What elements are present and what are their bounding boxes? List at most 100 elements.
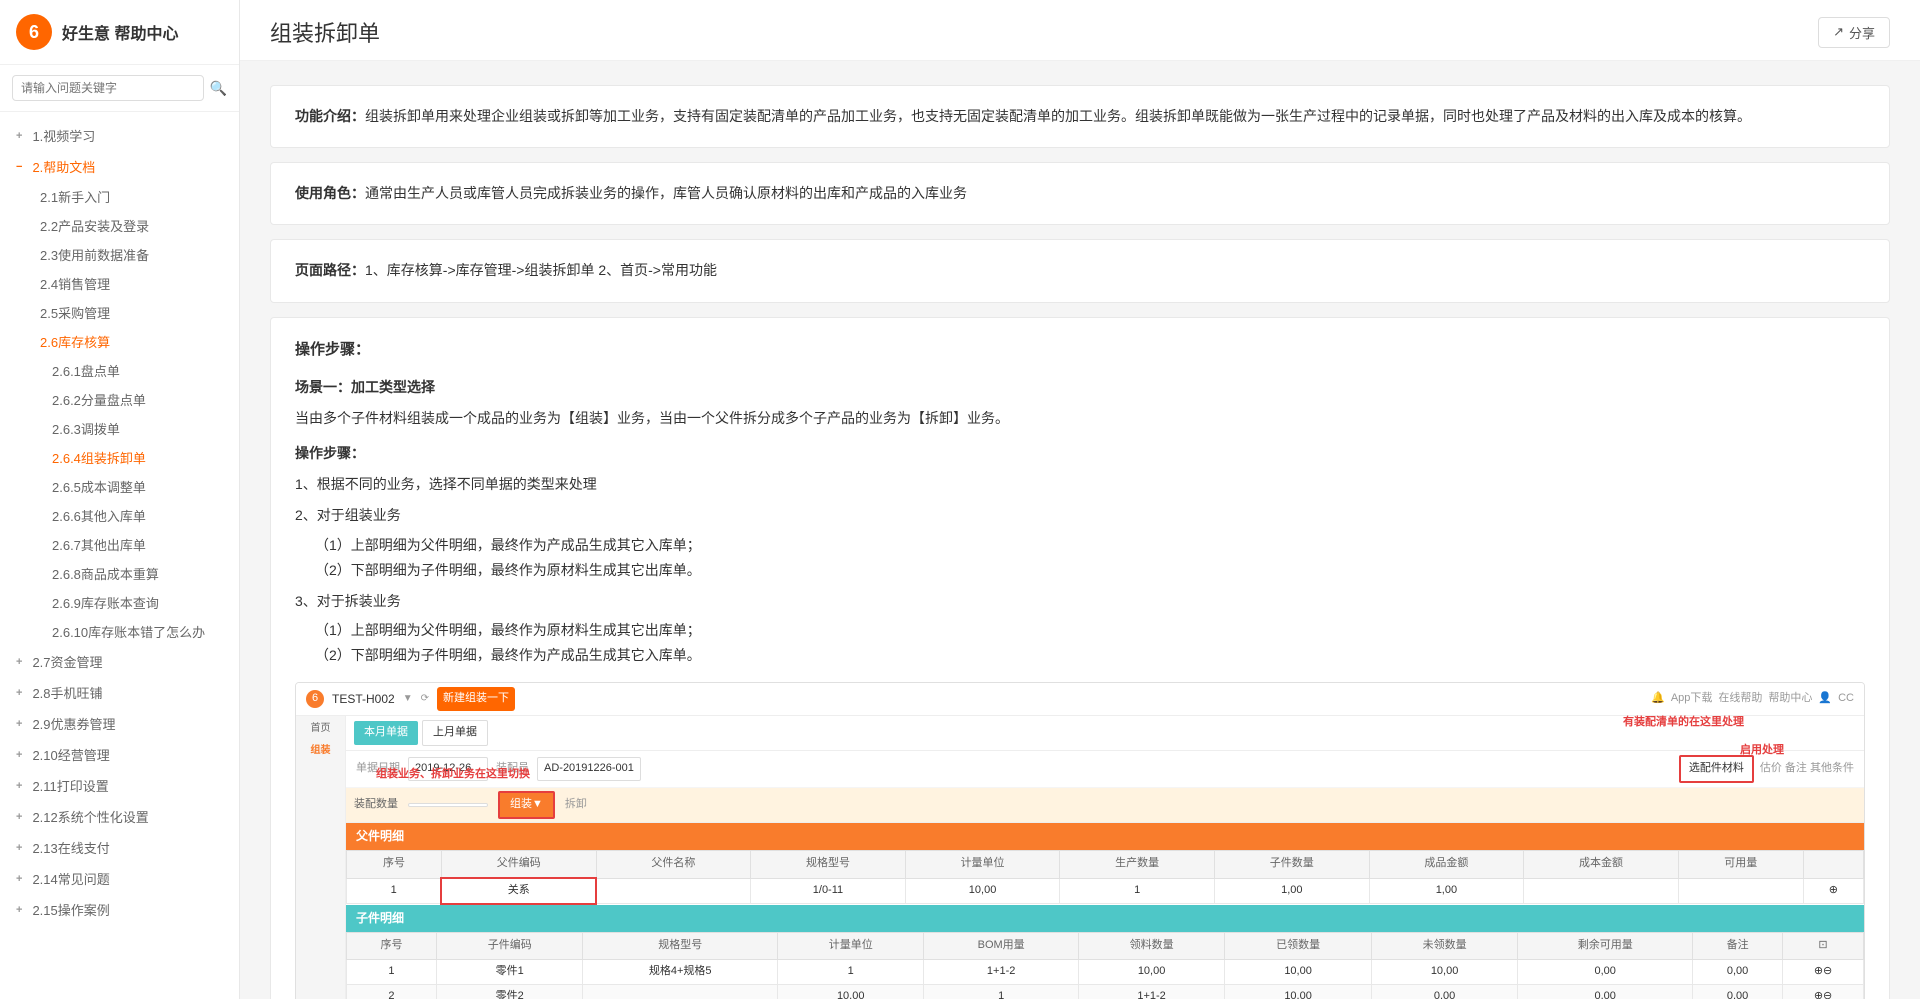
ss-date-value[interactable]: 2019-12-26: [408, 757, 488, 781]
table-row: 1 零件1 规格4+规格5 1 1+1-2 10,00 10,00 10,00: [347, 960, 1864, 985]
sidebar-item-faq[interactable]: + 2.14常见问题: [0, 863, 239, 894]
ops-card: 操作步骤： 场景一：加工类型选择 当由多个子件材料组装成一个成品的业务为【组装】…: [270, 317, 1890, 999]
ss-th-child-qty: 子件数量: [1214, 851, 1369, 878]
ss-child-table: 序号 子件编码 规格型号 计量单位 BOM用量 领料数量 已领数量 未领数量: [346, 932, 1864, 999]
sidebar-item-video[interactable]: + 1.视频学习: [0, 120, 239, 151]
share-button[interactable]: ↗ 分享: [1818, 17, 1890, 48]
plus-icon-5: +: [16, 749, 22, 761]
sidebar-item-261[interactable]: 2.6.1盘点单: [36, 356, 239, 385]
ss-th-code: 父件编码: [441, 851, 596, 878]
search-input[interactable]: [12, 75, 204, 101]
sidebar-item-label: 2.12系统个性化设置: [32, 807, 148, 826]
ss-more-btns: 估价 备注 其他条件: [1760, 759, 1854, 779]
screenshot: 6 TEST-H002 ▼ ⟳ 新建组装一下 🔔 App下载 在线帮助 帮助中心: [295, 682, 1865, 999]
ss-tab-prev[interactable]: 上月单据: [422, 720, 488, 746]
sidebar-item-264[interactable]: 2.6.4组装拆卸单: [36, 443, 239, 472]
ss-new-btn[interactable]: 新建组装一下: [437, 687, 515, 711]
ss-avatar: 👤: [1818, 689, 1832, 709]
ss-th-avail: 可用量: [1678, 851, 1803, 878]
plus-icon: +: [16, 130, 22, 142]
ss-th-cost-amt: 成本金额: [1524, 851, 1679, 878]
sub-nav-2: 2.1新手入门 2.2产品安装及登录 2.3使用前数据准备 2.4销售管理 2.…: [0, 182, 239, 646]
step2-sub-1: （1）上部明细为父件明细，最终作为产成品生成其它入库单；: [315, 533, 1865, 558]
sidebar-item-label: 2.10经营管理: [32, 745, 109, 764]
step1: 1、根据不同的业务，选择不同单据的类型来处理: [295, 472, 1865, 497]
ss-th-prod-qty: 生产数量: [1060, 851, 1215, 878]
ss-more: 拆卸: [565, 795, 587, 815]
ss-company: TEST-H002: [332, 689, 395, 711]
sidebar-item-coupon[interactable]: + 2.9优惠券管理: [0, 708, 239, 739]
sidebar-item-sales[interactable]: 2.4销售管理: [24, 269, 239, 298]
ss-help: 在线帮助: [1718, 689, 1762, 709]
minus-icon: −: [16, 161, 22, 173]
ss-type-select[interactable]: 组装▼: [498, 791, 555, 819]
ss-th-prod-amt: 成品金额: [1369, 851, 1524, 878]
sidebar-item-print[interactable]: + 2.11打印设置: [0, 770, 239, 801]
sidebar-item-install[interactable]: 2.2产品安装及登录: [24, 211, 239, 240]
ss-nav-active: 组装: [311, 742, 331, 760]
sidebar-item-268[interactable]: 2.6.8商品成本重算: [36, 559, 239, 588]
ops-sub-title: 操作步骤：: [295, 441, 1865, 466]
sidebar-item-label: 2.帮助文档: [32, 157, 95, 176]
sidebar-item-label: 2.13在线支付: [32, 838, 109, 857]
logo-text: 好生意 帮助中心: [62, 20, 178, 44]
plus-icon-4: +: [16, 718, 22, 730]
sidebar-item-mgmt[interactable]: + 2.10经营管理: [0, 739, 239, 770]
ss-bom-btn[interactable]: 选配件材料: [1679, 755, 1754, 783]
plus-icon-3: +: [16, 687, 22, 699]
sidebar-item-267[interactable]: 2.6.7其他出库单: [36, 530, 239, 559]
main-area: 组装拆卸单 ↗ 分享 功能介绍：组装拆卸单用来处理企业组装或拆卸等加工业务，支持…: [240, 0, 1920, 999]
screenshot-inner: 6 TEST-H002 ▼ ⟳ 新建组装一下 🔔 App下载 在线帮助 帮助中心: [296, 683, 1864, 999]
main-header: 组装拆卸单 ↗ 分享: [240, 0, 1920, 61]
ss-refresh-icon: ⟳: [421, 690, 429, 708]
sidebar-item-label: 2.9优惠券管理: [32, 714, 115, 733]
sidebar-item-dataprep[interactable]: 2.3使用前数据准备: [24, 240, 239, 269]
ss-icon-bell: 🔔: [1651, 689, 1665, 709]
intro-card: 功能介绍：组装拆卸单用来处理企业组装或拆卸等加工业务，支持有固定装配清单的产品加…: [270, 85, 1890, 148]
scene1-section: 场景一：加工类型选择 当由多个子件材料组装成一个成品的业务为【组装】业务，当由一…: [295, 375, 1865, 999]
sidebar-nav: + 1.视频学习 − 2.帮助文档 2.1新手入门 2.2产品安装及登录 2.3…: [0, 112, 239, 999]
ss-logo: 6: [306, 690, 324, 708]
sidebar-item-mobile[interactable]: + 2.8手机旺铺: [0, 677, 239, 708]
sidebar-item-payment[interactable]: + 2.13在线支付: [0, 832, 239, 863]
ss-fields: 单据日期 2019-12-26 装配员 AD-20191226-001 选配件材…: [346, 751, 1864, 788]
sidebar-item-269[interactable]: 2.6.9库存账本查询: [36, 588, 239, 617]
plus-icon-10: +: [16, 904, 22, 916]
step2-sub: （1）上部明细为父件明细，最终作为产成品生成其它入库单； （2）下部明细为子件明…: [315, 533, 1865, 583]
ss-parent-header: 父件明细: [346, 823, 1864, 851]
sidebar-item-2610[interactable]: 2.6.10库存账本错了怎么办: [36, 617, 239, 646]
logo-icon: 6: [16, 14, 52, 50]
sidebar-item-265[interactable]: 2.6.5成本调整单: [36, 472, 239, 501]
ss-qty-label: 装配数量: [354, 795, 398, 815]
step2-title: 2、对于组装业务: [295, 503, 1865, 528]
logo-area: 6 好生意 帮助中心: [0, 0, 239, 65]
ss-qty-input[interactable]: [408, 803, 488, 807]
sidebar-item-262[interactable]: 2.6.2分量盘点单: [36, 385, 239, 414]
ss-th-spec: 规格型号: [751, 851, 906, 878]
ss-parent-code[interactable]: 关系: [441, 878, 596, 904]
ss-th-seq: 序号: [347, 851, 442, 878]
ss-tabs: 本月单据 上月单据: [346, 716, 1864, 751]
path-card: 页面路径：1、库存核算->库存管理->组装拆卸单 2、首页->常用功能: [270, 239, 1890, 302]
sidebar-item-finance[interactable]: + 2.7资金管理: [0, 646, 239, 677]
main-content: 功能介绍：组装拆卸单用来处理企业组装或拆卸等加工业务，支持有固定装配清单的产品加…: [240, 61, 1920, 999]
sidebar-item-sys[interactable]: + 2.12系统个性化设置: [0, 801, 239, 832]
sidebar-item-cases[interactable]: + 2.15操作案例: [0, 894, 239, 925]
table-row: 1 关系 1/0-11 10,00 1 1,00 1,00: [347, 878, 1864, 904]
sidebar-item-263[interactable]: 2.6.3调拨单: [36, 414, 239, 443]
sidebar-item-purchase[interactable]: 2.5采购管理: [24, 298, 239, 327]
sidebar-item-266[interactable]: 2.6.6其他入库单: [36, 501, 239, 530]
sidebar-item-inventory[interactable]: 2.6库存核算: [24, 327, 239, 356]
sidebar-item-newbie[interactable]: 2.1新手入门: [24, 182, 239, 211]
sidebar-item-docs[interactable]: − 2.帮助文档: [0, 151, 239, 182]
ss-annotation-area1: 选配件材料 估价 备注 其他条件: [1679, 755, 1854, 783]
sidebar-item-label: 1.视频学习: [32, 126, 95, 145]
ss-tab-current[interactable]: 本月单据: [354, 721, 418, 745]
ss-type-row: 装配数量 组装▼ 拆卸: [346, 788, 1864, 823]
sidebar-item-label: 2.14常见问题: [32, 869, 109, 888]
ss-assembler-label: 装配员: [496, 759, 529, 779]
ss-topbar: 6 TEST-H002 ▼ ⟳ 新建组装一下 🔔 App下载 在线帮助 帮助中心: [296, 683, 1864, 716]
ss-assembler-value[interactable]: AD-20191226-001: [537, 757, 641, 781]
page-title: 组装拆卸单: [270, 16, 380, 48]
search-button[interactable]: 🔍: [210, 80, 227, 97]
